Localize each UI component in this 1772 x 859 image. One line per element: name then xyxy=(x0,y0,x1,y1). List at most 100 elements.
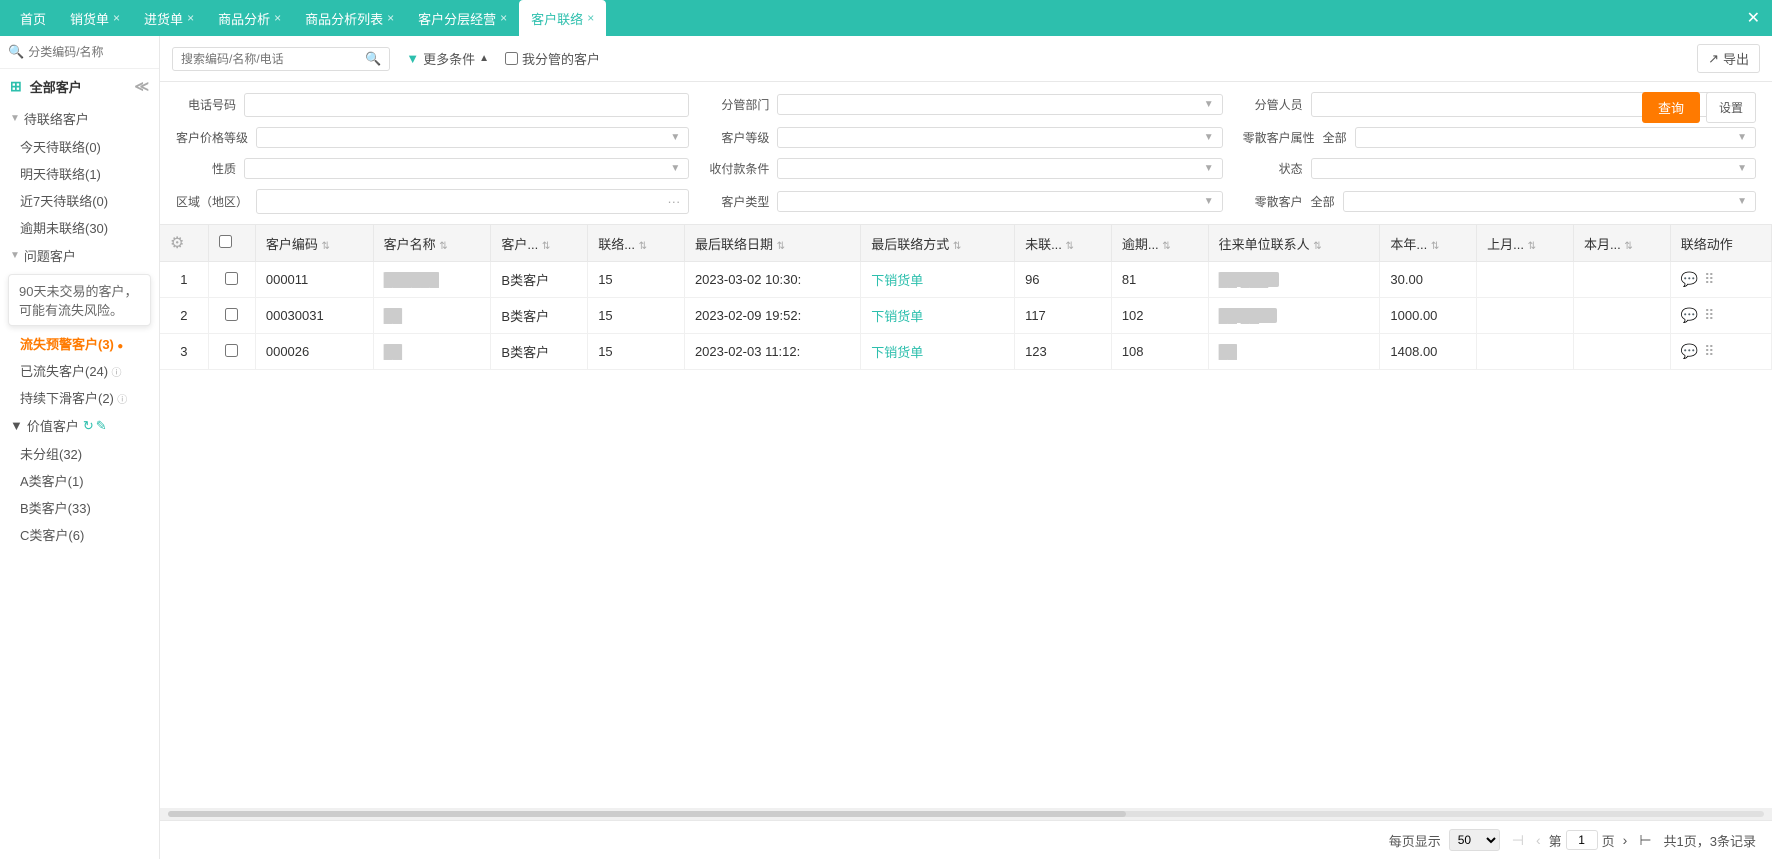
sidebar-group-problem[interactable]: ▼ 问题客户 xyxy=(0,241,159,270)
tab-customer-contact[interactable]: 客户联络 × xyxy=(519,0,606,36)
th-last-method[interactable]: 最后联络方式 ⇅ xyxy=(861,225,1015,262)
filter-retail-attr-select[interactable]: ▼ xyxy=(1355,127,1756,148)
close-all-button[interactable]: ✕ xyxy=(1743,4,1764,32)
row-last-method: 下销货单 xyxy=(861,298,1015,334)
filter-payment-label: 收付款条件 xyxy=(709,160,769,177)
filter-dept-select[interactable]: ▼ xyxy=(777,94,1222,115)
tab-home[interactable]: 首页 xyxy=(8,0,58,36)
sidebar-group-pending[interactable]: ▼ 待联络客户 xyxy=(0,104,159,133)
th-no-contact[interactable]: 未联... ⇅ xyxy=(1015,225,1112,262)
row-name: ██ xyxy=(373,298,491,334)
row-checkbox[interactable] xyxy=(225,272,238,285)
filter-payment-select[interactable]: ▼ xyxy=(777,158,1222,179)
filter-price-level-select[interactable]: ▼ xyxy=(256,127,689,148)
th-this-year[interactable]: 本年... ⇅ xyxy=(1380,225,1477,262)
th-contact-person[interactable]: 往来单位联系人 ⇅ xyxy=(1208,225,1380,262)
sidebar-item-c-class[interactable]: C类客户(6) xyxy=(0,521,159,548)
action-more-icon[interactable]: ⠿ xyxy=(1704,271,1714,288)
th-overdue[interactable]: 逾期... ⇅ xyxy=(1111,225,1208,262)
sidebar-item-7days[interactable]: 近7天待联络(0) xyxy=(0,187,159,214)
prev-page-button[interactable]: ‹ xyxy=(1532,830,1545,850)
action-more-icon[interactable]: ⠿ xyxy=(1704,343,1714,360)
sidebar-item-churn-warning[interactable]: 流失预警客户(3) ● xyxy=(0,330,159,357)
sidebar-item-declining[interactable]: 持续下滑客户(2) ⓘ xyxy=(0,384,159,411)
row-checkbox-cell[interactable] xyxy=(208,334,255,370)
row-level: B类客户 xyxy=(491,262,588,298)
th-contact-count[interactable]: 联络... ⇅ xyxy=(588,225,685,262)
row-checkbox[interactable] xyxy=(225,344,238,357)
my-customers-checkbox[interactable]: 我分管的客户 xyxy=(505,49,600,68)
first-page-button[interactable]: ⊣ xyxy=(1508,830,1528,851)
sidebar-item-tomorrow[interactable]: 明天待联络(1) xyxy=(0,160,159,187)
sidebar-item-churned[interactable]: 已流失客户(24) ⓘ xyxy=(0,357,159,384)
export-button[interactable]: ↗ 导出 xyxy=(1697,44,1760,73)
filter-status-select[interactable]: ▼ xyxy=(1311,158,1756,179)
collapse-icon[interactable]: ≪ xyxy=(134,78,149,95)
filter-customer-level-select[interactable]: ▼ xyxy=(777,127,1222,148)
sidebar-all-customers[interactable]: ⊞ 全部客户 ≪ xyxy=(0,69,159,104)
row-checkbox-cell[interactable] xyxy=(208,262,255,298)
row-contact-count: 15 xyxy=(588,262,685,298)
tab-product-analysis-close[interactable]: × xyxy=(274,11,281,25)
settings-gear-icon[interactable]: ⚙ xyxy=(170,235,184,252)
toolbar-search-input[interactable] xyxy=(181,52,361,66)
action-chat-icon[interactable]: 💬 xyxy=(1681,307,1698,324)
tab-purchase-close[interactable]: × xyxy=(187,11,194,25)
th-level[interactable]: 客户... ⇅ xyxy=(491,225,588,262)
tab-product-analysis[interactable]: 商品分析 × xyxy=(206,0,293,36)
th-this-month[interactable]: 本月... ⇅ xyxy=(1573,225,1670,262)
toolbar-search-icon[interactable]: 🔍 xyxy=(365,51,381,67)
th-settings[interactable]: ⚙ xyxy=(160,225,208,262)
action-chat-icon[interactable]: 💬 xyxy=(1681,343,1698,360)
row-checkbox[interactable] xyxy=(225,308,238,321)
sidebar-item-a-class[interactable]: A类客户(1) xyxy=(0,467,159,494)
filter-customer-type-select[interactable]: ▼ xyxy=(777,191,1222,212)
sidebar-item-ungrouped[interactable]: 未分组(32) xyxy=(0,440,159,467)
edit-icon[interactable]: ✎ xyxy=(96,418,107,434)
warning-icon: ● xyxy=(117,341,123,352)
th-name[interactable]: 客户名称 ⇅ xyxy=(373,225,491,262)
more-filter-button[interactable]: ▼ 更多条件 ▲ xyxy=(398,45,497,72)
th-last-date[interactable]: 最后联络日期 ⇅ xyxy=(684,225,860,262)
action-more-icon[interactable]: ⠿ xyxy=(1704,307,1714,324)
sidebar-item-overdue[interactable]: 逾期未联络(30) xyxy=(0,214,159,241)
action-chat-icon[interactable]: 💬 xyxy=(1681,271,1698,288)
horizontal-scrollbar[interactable] xyxy=(160,808,1772,820)
sidebar-search-input[interactable] xyxy=(28,45,160,59)
query-button[interactable]: 查询 xyxy=(1642,92,1700,123)
sidebar-group-value[interactable]: ▼ 价值客户 ↻ ✎ xyxy=(0,411,159,440)
tab-sales-close[interactable]: × xyxy=(113,11,120,25)
row-contact-count: 15 xyxy=(588,334,685,370)
refresh-icon[interactable]: ↻ xyxy=(83,418,94,434)
tab-purchase[interactable]: 进货单 × xyxy=(132,0,206,36)
per-page-select[interactable]: 50 100 200 xyxy=(1449,829,1500,851)
row-this-year: 30.00 xyxy=(1380,262,1477,298)
tab-product-list-close[interactable]: × xyxy=(387,11,394,25)
row-checkbox-cell[interactable] xyxy=(208,298,255,334)
dept-arrow: ▼ xyxy=(1204,99,1214,110)
th-checkbox[interactable] xyxy=(208,225,255,262)
tab-sales[interactable]: 销货单 × xyxy=(58,0,132,36)
last-page-button[interactable]: ⊢ xyxy=(1635,830,1655,851)
tab-customer-layer-close[interactable]: × xyxy=(500,11,507,25)
sidebar-item-b-class[interactable]: B类客户(33) xyxy=(0,494,159,521)
sidebar-item-today[interactable]: 今天待联络(0) xyxy=(0,133,159,160)
next-page-button[interactable]: › xyxy=(1619,830,1632,850)
export-icon: ↗ xyxy=(1708,51,1719,67)
th-code[interactable]: 客户编码 ⇅ xyxy=(255,225,373,262)
my-customers-check[interactable] xyxy=(505,52,518,65)
filter-nature-select[interactable]: ▼ xyxy=(244,158,689,179)
filter-phone-input[interactable] xyxy=(244,93,689,117)
select-all-checkbox[interactable] xyxy=(219,235,232,248)
scrollbar-thumb[interactable] xyxy=(168,811,1126,817)
filter-region-select[interactable]: ··· xyxy=(256,189,689,214)
table-footer: 每页显示 50 100 200 ⊣ ‹ 第 页 › ⊢ 共1页，3条记录 xyxy=(160,820,1772,859)
tab-product-list[interactable]: 商品分析列表 × xyxy=(293,0,406,36)
page-number-input[interactable] xyxy=(1566,830,1598,850)
tab-customer-layer[interactable]: 客户分层经营 × xyxy=(406,0,519,36)
tab-customer-contact-close[interactable]: × xyxy=(587,11,594,25)
filter-retail: 零散客户 全部 ▼ xyxy=(1243,189,1756,214)
filter-retail-select[interactable]: ▼ xyxy=(1343,191,1756,212)
settings-button[interactable]: 设置 xyxy=(1706,92,1756,123)
th-last-month[interactable]: 上月... ⇅ xyxy=(1477,225,1574,262)
